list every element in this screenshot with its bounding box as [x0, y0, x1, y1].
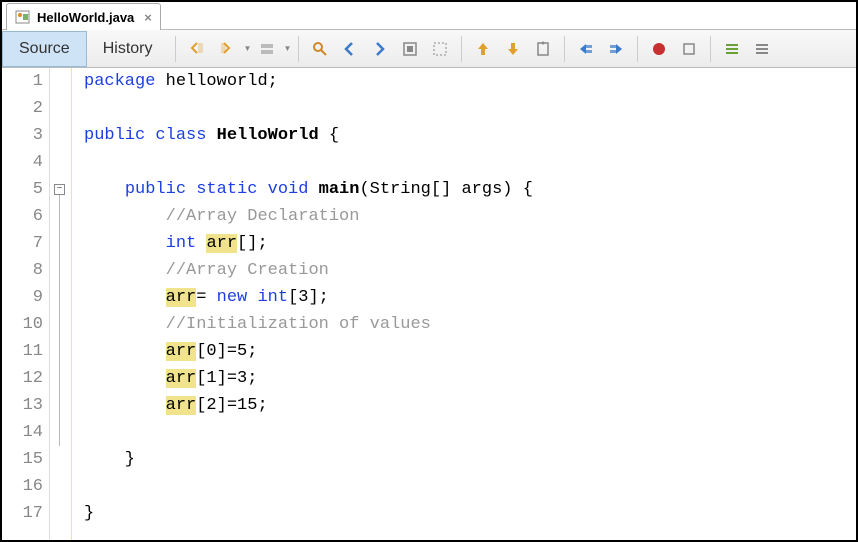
separator	[298, 36, 299, 62]
bookmark-icon[interactable]	[397, 36, 423, 62]
code-line[interactable]: package helloworld;	[84, 68, 856, 95]
file-tab-label: HelloWorld.java	[37, 10, 134, 25]
code-line[interactable]: //Array Creation	[84, 257, 856, 284]
separator	[461, 36, 462, 62]
separator	[710, 36, 711, 62]
fold-column[interactable]: −	[50, 68, 72, 540]
uncomment-icon[interactable]	[749, 36, 775, 62]
tab-source[interactable]: Source	[2, 31, 87, 67]
code-line[interactable]: arr[2]=15;	[84, 392, 856, 419]
code-line[interactable]: //Initialization of values	[84, 311, 856, 338]
line-number: 10	[2, 311, 49, 338]
code-line[interactable]: arr[0]=5;	[84, 338, 856, 365]
line-number: 15	[2, 446, 49, 473]
close-icon[interactable]: ×	[144, 10, 152, 25]
fold-guide	[59, 195, 60, 446]
comment-icon[interactable]	[719, 36, 745, 62]
code-line[interactable]	[84, 419, 856, 446]
find-icon[interactable]	[307, 36, 333, 62]
line-number: 16	[2, 473, 49, 500]
code-line[interactable]: public static void main(String[] args) {	[84, 176, 856, 203]
code-line[interactable]	[84, 473, 856, 500]
line-number: 17	[2, 500, 49, 527]
code-line[interactable]: }	[84, 500, 856, 527]
line-number: 12	[2, 365, 49, 392]
line-number: 11	[2, 338, 49, 365]
view-toolbar: Source History ▼ ▼	[2, 30, 856, 68]
code-line[interactable]: }	[84, 446, 856, 473]
code-line[interactable]	[84, 95, 856, 122]
file-tab[interactable]: HelloWorld.java ×	[6, 3, 161, 30]
select-icon[interactable]	[427, 36, 453, 62]
separator	[175, 36, 176, 62]
stop-icon[interactable]	[676, 36, 702, 62]
separator	[637, 36, 638, 62]
prev-icon[interactable]	[337, 36, 363, 62]
java-file-icon	[15, 9, 31, 25]
code-line[interactable]: public class HelloWorld {	[84, 122, 856, 149]
fold-toggle-icon[interactable]: −	[54, 184, 65, 195]
line-number: 9	[2, 284, 49, 311]
shift-up-icon[interactable]	[470, 36, 496, 62]
last-edit-icon[interactable]	[184, 36, 210, 62]
line-number: 7	[2, 230, 49, 257]
code-line[interactable]: int arr[];	[84, 230, 856, 257]
separator	[564, 36, 565, 62]
code-line[interactable]: arr[1]=3;	[84, 365, 856, 392]
line-number: 3	[2, 122, 49, 149]
line-number: 2	[2, 95, 49, 122]
code-line[interactable]: arr= new int[3];	[84, 284, 856, 311]
dropdown-icon[interactable]: ▼	[282, 36, 292, 62]
line-number: 4	[2, 149, 49, 176]
shift-right-icon[interactable]	[603, 36, 629, 62]
toggle-highlight-icon[interactable]	[254, 36, 280, 62]
shift-left-icon[interactable]	[573, 36, 599, 62]
line-number: 6	[2, 203, 49, 230]
code-line[interactable]: //Array Declaration	[84, 203, 856, 230]
line-number: 5	[2, 176, 49, 203]
code-line[interactable]	[84, 149, 856, 176]
code-editor[interactable]: 1234567891011121314151617 − package hell…	[2, 68, 856, 540]
dropdown-icon[interactable]: ▼	[242, 36, 252, 62]
record-icon[interactable]	[646, 36, 672, 62]
clipboard-icon[interactable]	[530, 36, 556, 62]
code-area[interactable]: package helloworld; public class HelloWor…	[72, 68, 856, 540]
line-number: 13	[2, 392, 49, 419]
line-number: 14	[2, 419, 49, 446]
shift-down-icon[interactable]	[500, 36, 526, 62]
line-number-gutter: 1234567891011121314151617	[2, 68, 50, 540]
next-icon[interactable]	[367, 36, 393, 62]
tab-bar: HelloWorld.java ×	[2, 2, 856, 30]
line-number: 1	[2, 68, 49, 95]
forward-nav-icon[interactable]	[214, 36, 240, 62]
line-number: 8	[2, 257, 49, 284]
tab-history[interactable]: History	[87, 32, 170, 66]
